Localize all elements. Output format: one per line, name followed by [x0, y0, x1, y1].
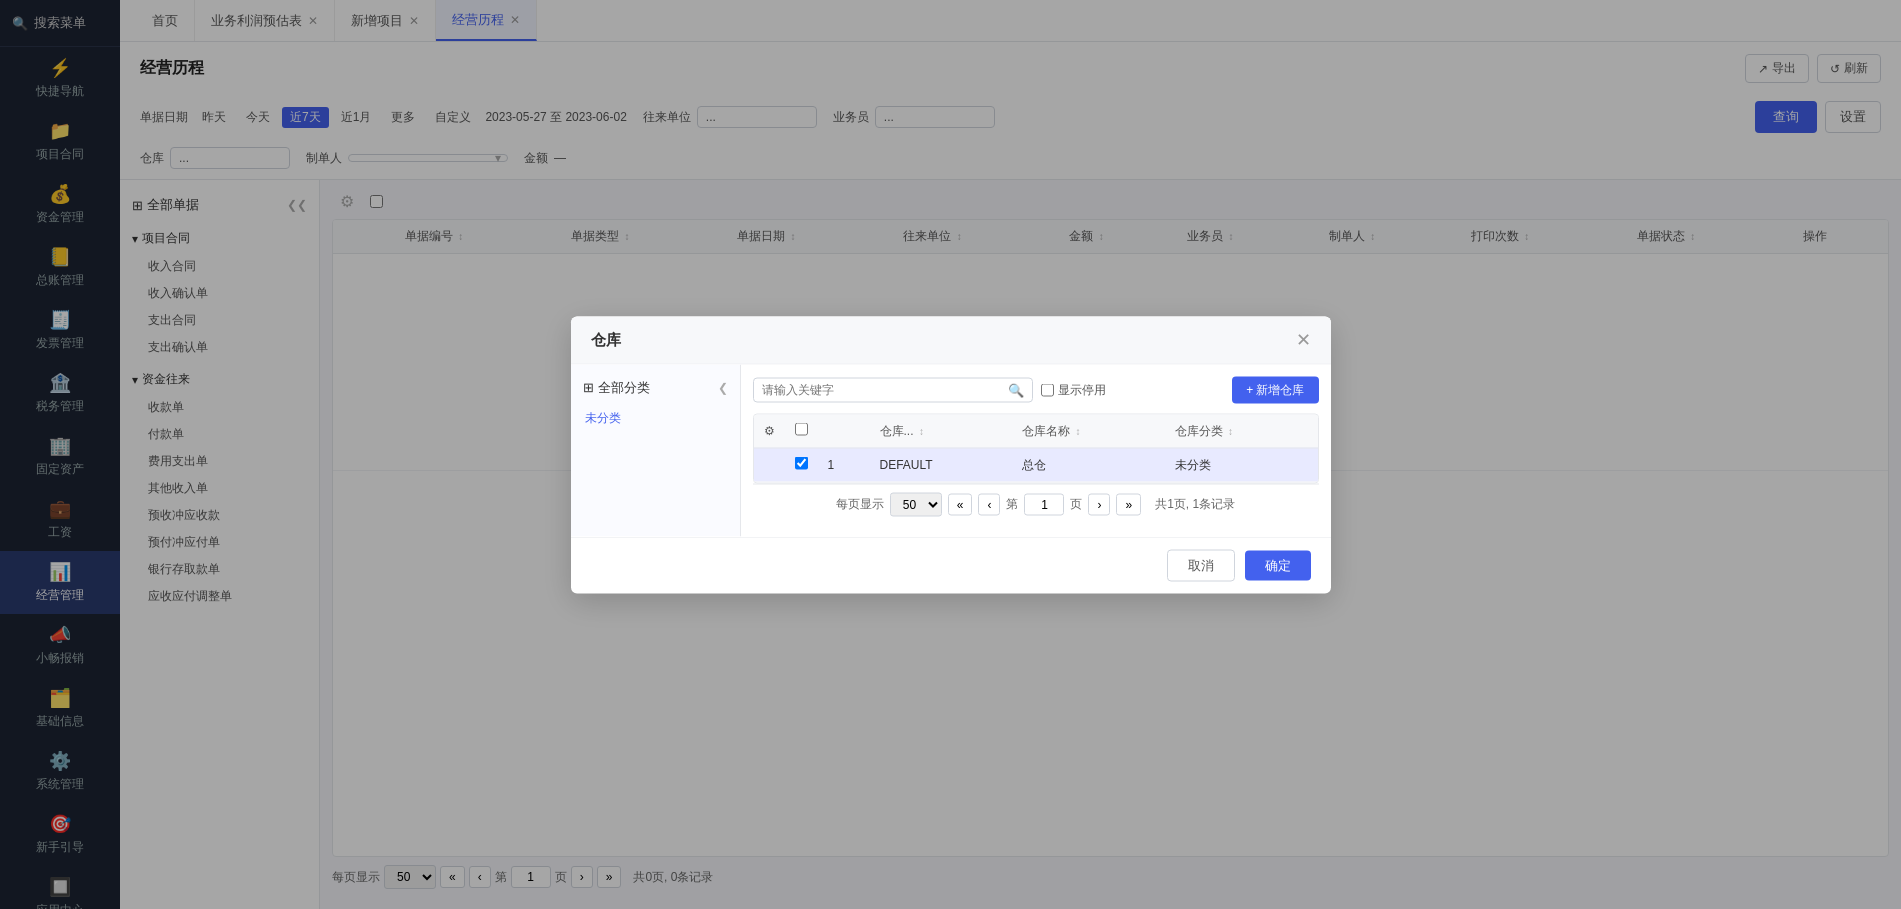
modal-left-header: ⊞ 全部分类 ❮ [571, 372, 740, 402]
row-num: 1 [818, 448, 870, 482]
modal-actions: 取消 确定 [571, 536, 1331, 593]
modal-col-category[interactable]: 仓库分类 ↕ [1165, 414, 1318, 448]
modal-page-label: 页 [1070, 496, 1082, 513]
modal-close-button[interactable]: ✕ [1296, 331, 1311, 349]
modal-page-size-select[interactable]: 50 [890, 492, 942, 516]
col-category-label: 仓库分类 [1175, 423, 1223, 437]
row-checkbox-cell [785, 448, 818, 482]
show-disabled-checkbox[interactable] [1041, 383, 1054, 396]
modal-last-page[interactable]: » [1116, 493, 1141, 515]
row-code: DEFAULT [870, 448, 1013, 482]
modal-confirm-button[interactable]: 确定 [1245, 550, 1311, 580]
table-row[interactable]: 1 DEFAULT 总仓 未分类 [754, 448, 1318, 482]
modal-col-gear: ⚙ [754, 414, 785, 448]
modal-prev-page[interactable]: ‹ [978, 493, 1000, 515]
col-name-sort: ↕ [1075, 425, 1080, 436]
warehouse-modal: 仓库 ✕ ⊞ 全部分类 ❮ 未分类 🔍 [571, 316, 1331, 593]
modal-search-box[interactable]: 🔍 [753, 377, 1033, 402]
modal-header: 仓库 ✕ [571, 316, 1331, 364]
modal-col-name[interactable]: 仓库名称 ↕ [1012, 414, 1165, 448]
col-code-label: 仓库... [880, 423, 914, 437]
modal-left-title-text: 全部分类 [598, 378, 650, 396]
modal-left-collapse-btn[interactable]: ❮ [718, 380, 728, 394]
row-category: 未分类 [1165, 448, 1318, 482]
modal-category-unclassified[interactable]: 未分类 [571, 402, 740, 433]
modal-show-disabled-checkbox[interactable]: 显示停用 [1041, 381, 1106, 398]
modal-select-all[interactable] [795, 423, 808, 436]
modal-pager: 每页显示 50 « ‹ 第 页 › » 共1页, 1条记录 [753, 483, 1319, 524]
modal-cancel-button[interactable]: 取消 [1167, 549, 1235, 581]
modal-body: ⊞ 全部分类 ❮ 未分类 🔍 显示停用 + 新增仓库 [571, 364, 1331, 536]
col-name-label: 仓库名称 [1022, 423, 1070, 437]
modal-page-word: 第 [1006, 496, 1018, 513]
modal-right-panel: 🔍 显示停用 + 新增仓库 ⚙ [741, 364, 1331, 536]
modal-left-title: ⊞ 全部分类 [583, 378, 650, 396]
modal-grid-icon: ⊞ [583, 380, 594, 395]
modal-next-page[interactable]: › [1088, 493, 1110, 515]
modal-search-input[interactable] [762, 383, 1002, 397]
modal-table-container: ⚙ 仓库... ↕ 仓库名称 ↕ [753, 413, 1319, 483]
modal-col-code[interactable]: 仓库... ↕ [870, 414, 1013, 448]
modal-warehouse-table: ⚙ 仓库... ↕ 仓库名称 ↕ [754, 414, 1318, 482]
show-disabled-label: 显示停用 [1058, 381, 1106, 398]
modal-first-page[interactable]: « [948, 493, 973, 515]
modal-page-input[interactable] [1024, 493, 1064, 515]
modal-col-checkbox [785, 414, 818, 448]
modal-total-text: 共1页, 1条记录 [1155, 496, 1235, 513]
modal-col-num[interactable] [818, 414, 870, 448]
row-checkbox[interactable] [795, 457, 808, 470]
col-code-sort: ↕ [919, 425, 924, 436]
add-warehouse-button[interactable]: + 新增仓库 [1232, 376, 1318, 403]
row-gear [754, 448, 785, 482]
row-name: 总仓 [1012, 448, 1165, 482]
modal-title: 仓库 [591, 330, 621, 349]
modal-toolbar: 🔍 显示停用 + 新增仓库 [753, 376, 1319, 403]
col-category-sort: ↕ [1228, 425, 1233, 436]
modal-page-size-label: 每页显示 [836, 496, 884, 513]
modal-search-icon: 🔍 [1008, 382, 1024, 397]
modal-left-panel: ⊞ 全部分类 ❮ 未分类 [571, 364, 741, 536]
